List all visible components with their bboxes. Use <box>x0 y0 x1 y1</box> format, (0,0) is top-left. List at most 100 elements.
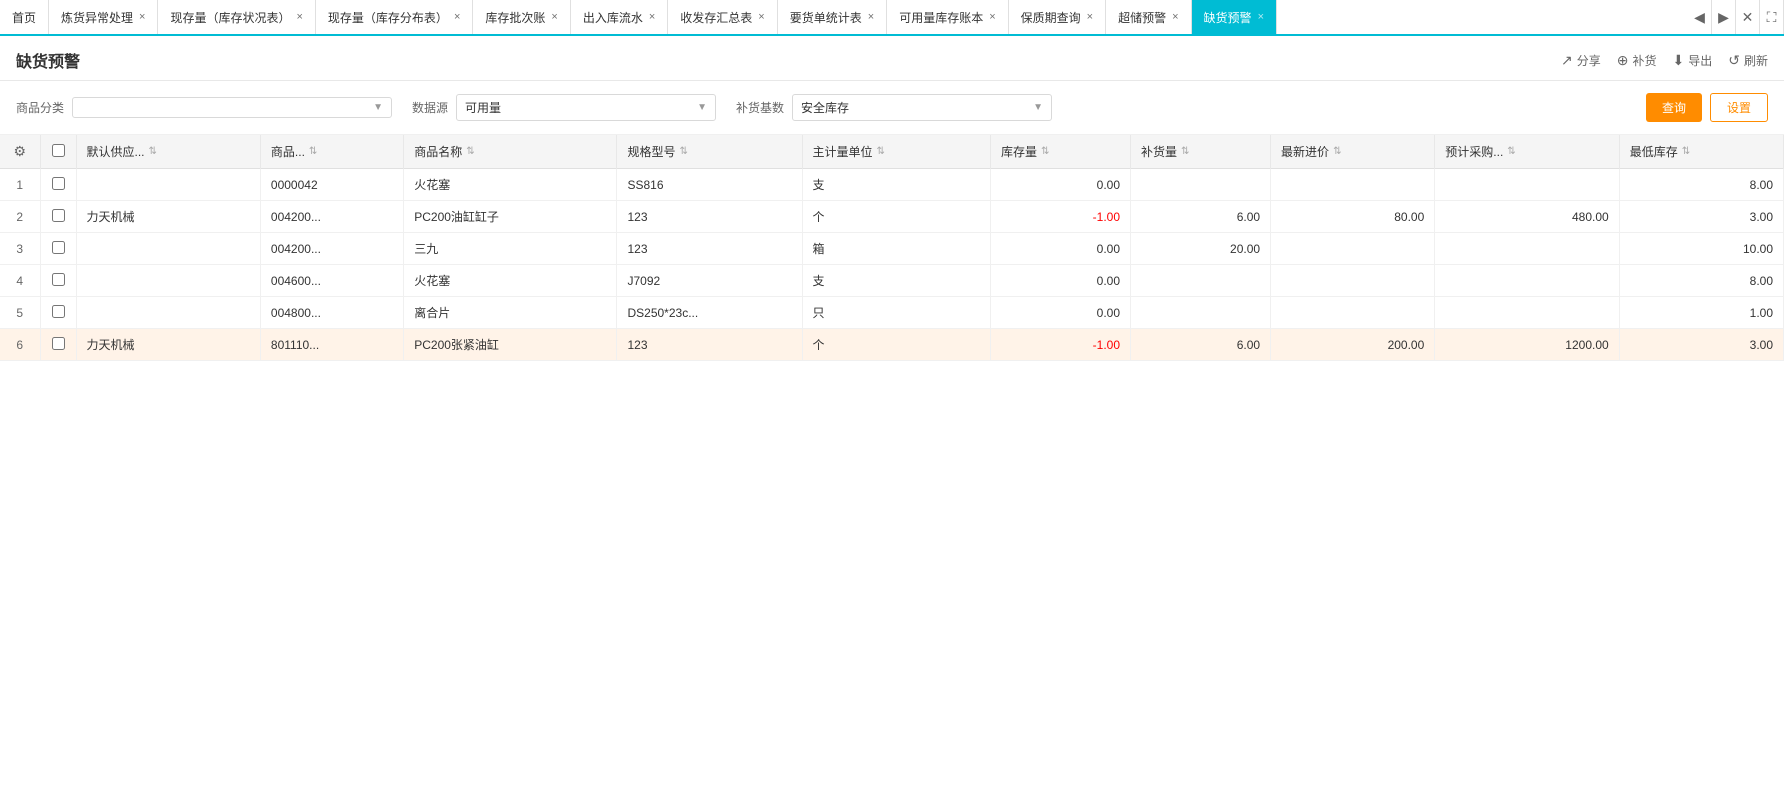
row-checkbox[interactable] <box>52 241 65 254</box>
tab-stock-dist[interactable]: 现存量（库存分布表）× <box>316 0 473 35</box>
row-checkbox[interactable] <box>52 209 65 222</box>
column-estimated-label: 预计采购... <box>1445 143 1503 160</box>
tab-label: 缺货预警 <box>1204 9 1252 26</box>
tab-close-icon[interactable]: × <box>454 11 460 23</box>
row-replenish: 6.00 <box>1131 329 1271 361</box>
row-min-stock: 3.00 <box>1619 329 1783 361</box>
column-min-stock[interactable]: 最低库存 ⇅ <box>1619 135 1783 169</box>
tab-exception[interactable]: 炼货异常处理× <box>49 0 158 35</box>
query-button[interactable]: 查询 <box>1646 93 1702 122</box>
tab-close-icon[interactable]: × <box>139 11 145 23</box>
row-name: 火花塞 <box>404 169 617 201</box>
row-checkbox[interactable] <box>52 337 65 350</box>
row-spec: SS816 <box>617 169 802 201</box>
row-checkbox-cell[interactable] <box>40 265 76 297</box>
row-name: 火花塞 <box>404 265 617 297</box>
tab-collect[interactable]: 收发存汇总表× <box>668 0 777 35</box>
tab-close-icon[interactable]: × <box>989 11 995 23</box>
column-estimated[interactable]: 预计采购... ⇅ <box>1435 135 1619 169</box>
category-select[interactable]: ▼ <box>72 97 392 118</box>
tab-batch[interactable]: 库存批次账× <box>473 0 570 35</box>
row-unit: 箱 <box>802 233 990 265</box>
tab-stock-status[interactable]: 现存量（库存状况表） × <box>158 0 315 35</box>
export-icon: ⬇ <box>1673 52 1685 69</box>
row-checkbox-cell[interactable] <box>40 297 76 329</box>
tab-flow[interactable]: 出入库流水× <box>571 0 668 35</box>
row-checkbox-cell[interactable] <box>40 201 76 233</box>
select-all-checkbox[interactable] <box>52 144 65 157</box>
setting-button[interactable]: 设置 <box>1710 93 1768 122</box>
page-header: 缺货预警 ↗ 分享 ⊕ 补货 ⬇ 导出 ↺ 刷新 <box>0 36 1784 81</box>
tab-label: 要货单统计表 <box>790 9 862 26</box>
refresh-button[interactable]: ↺ 刷新 <box>1728 52 1768 69</box>
tab-nav-prev[interactable]: ◀ <box>1688 0 1712 35</box>
row-checkbox[interactable] <box>52 273 65 286</box>
tab-close-icon[interactable]: × <box>758 11 764 23</box>
row-latest-price <box>1271 169 1435 201</box>
column-code-label: 商品... <box>271 143 305 160</box>
column-stock[interactable]: 库存量 ⇅ <box>990 135 1130 169</box>
tab-close-others[interactable]: ✕ <box>1736 0 1760 35</box>
tab-available[interactable]: 可用量库存账本 × <box>887 0 1008 35</box>
column-unit[interactable]: 主计量单位 ⇅ <box>802 135 990 169</box>
tab-home[interactable]: 首页 <box>0 0 49 35</box>
replenish-base-arrow-icon: ▼ <box>1033 102 1043 113</box>
row-name: PC200油缸缸子 <box>404 201 617 233</box>
row-checkbox-cell[interactable] <box>40 169 76 201</box>
column-latest-price[interactable]: 最新进价 ⇅ <box>1271 135 1435 169</box>
share-button[interactable]: ↗ 分享 <box>1561 52 1601 69</box>
replenish-label: 补货 <box>1632 52 1656 69</box>
tab-close-icon[interactable]: × <box>296 11 302 23</box>
tab-bar: 首页炼货异常处理×现存量（库存状况表）×现存量（库存分布表）×库存批次账×出入库… <box>0 0 1784 36</box>
replenish-icon: ⊕ <box>1617 52 1629 69</box>
row-unit: 个 <box>802 329 990 361</box>
column-spec[interactable]: 规格型号 ⇅ <box>617 135 802 169</box>
datasource-select[interactable]: 可用量 ▼ <box>456 94 716 121</box>
row-estimated <box>1435 297 1619 329</box>
tab-nav-next[interactable]: ▶ <box>1712 0 1736 35</box>
datasource-filter-group: 数据源 可用量 ▼ <box>412 94 716 121</box>
tab-label: 现存量（库存状况表） <box>170 9 290 26</box>
tab-expiry[interactable]: 保质期查询× <box>1009 0 1106 35</box>
row-checkbox-cell[interactable] <box>40 329 76 361</box>
column-gear[interactable]: ⚙ <box>0 135 40 169</box>
column-supplier[interactable]: 默认供应... ⇅ <box>76 135 260 169</box>
export-button[interactable]: ⬇ 导出 <box>1673 52 1713 69</box>
replenish-base-select[interactable]: 安全库存 ▼ <box>792 94 1052 121</box>
unit-sort-icon: ⇅ <box>877 146 885 157</box>
table-row: 2 力天机械 004200... PC200油缸缸子 123 个 -1.00 6… <box>0 201 1784 233</box>
column-stock-label: 库存量 <box>1001 143 1037 160</box>
replenish-button[interactable]: ⊕ 补货 <box>1617 52 1657 69</box>
gear-icon[interactable]: ⚙ <box>13 143 26 159</box>
tab-demand[interactable]: 要货单统计表 × <box>778 0 887 35</box>
export-label: 导出 <box>1688 52 1712 69</box>
table-container: ⚙ 默认供应... ⇅ 商品... ⇅ <box>0 135 1784 361</box>
stock-sort-icon: ⇅ <box>1041 146 1049 157</box>
tab-close-icon[interactable]: × <box>1172 11 1178 23</box>
tab-shortage[interactable]: 缺货预警 × <box>1192 0 1277 35</box>
row-replenish: 6.00 <box>1131 201 1271 233</box>
tab-close-icon[interactable]: × <box>1258 11 1264 23</box>
row-checkbox[interactable] <box>52 305 65 318</box>
tab-overstock[interactable]: 超储预警× <box>1106 0 1191 35</box>
column-checkbox[interactable] <box>40 135 76 169</box>
row-replenish <box>1131 169 1271 201</box>
header-actions: ↗ 分享 ⊕ 补货 ⬇ 导出 ↺ 刷新 <box>1561 52 1768 69</box>
tab-label: 可用量库存账本 <box>899 9 983 26</box>
row-supplier: 力天机械 <box>76 329 260 361</box>
tab-close-icon[interactable]: × <box>868 11 874 23</box>
column-name-label: 商品名称 <box>414 143 462 160</box>
tab-fullscreen[interactable]: ⛶ <box>1760 0 1784 35</box>
column-replenish[interactable]: 补货量 ⇅ <box>1131 135 1271 169</box>
column-code[interactable]: 商品... ⇅ <box>260 135 403 169</box>
tab-close-icon[interactable]: × <box>1087 11 1093 23</box>
tab-close-icon[interactable]: × <box>649 11 655 23</box>
row-estimated: 1200.00 <box>1435 329 1619 361</box>
tab-close-icon[interactable]: × <box>551 11 557 23</box>
row-checkbox[interactable] <box>52 177 65 190</box>
datasource-value: 可用量 <box>465 99 689 116</box>
row-estimated: 480.00 <box>1435 201 1619 233</box>
row-stock: -1.00 <box>990 329 1130 361</box>
row-checkbox-cell[interactable] <box>40 233 76 265</box>
column-name[interactable]: 商品名称 ⇅ <box>404 135 617 169</box>
